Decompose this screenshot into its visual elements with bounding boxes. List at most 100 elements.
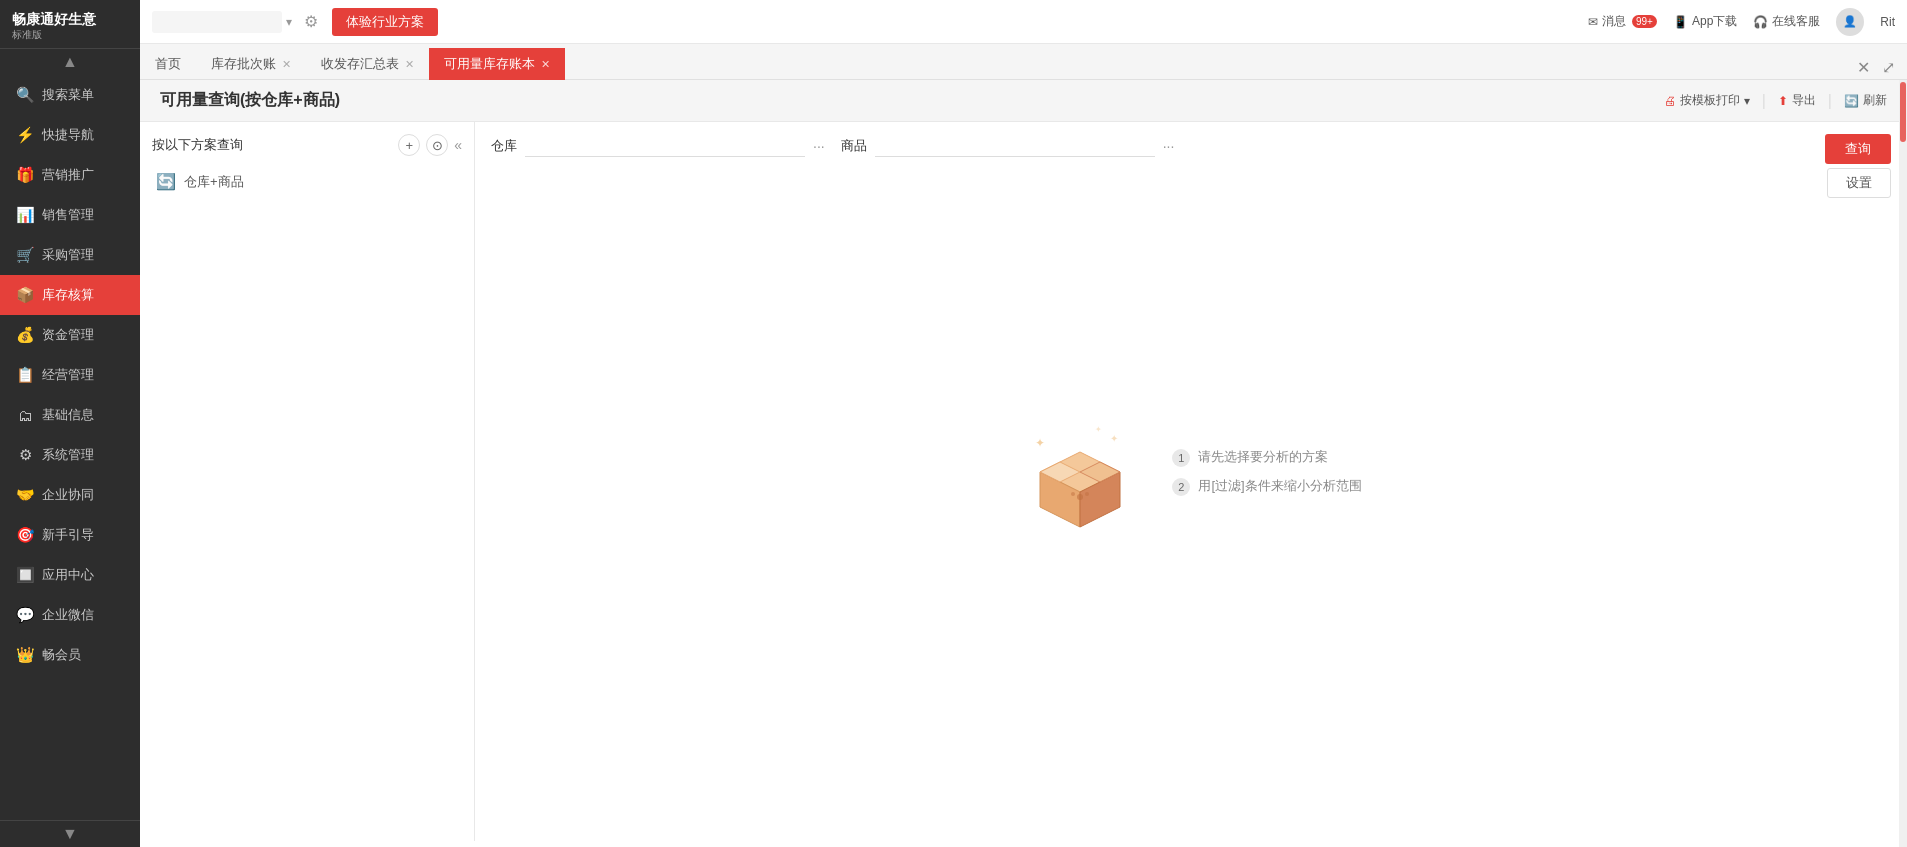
- sidebar: 畅康通好生意 标准版 ▲ 🔍 搜索菜单 ⚡ 快捷导航 🎁 营销推广 📊 销售管理…: [0, 0, 140, 847]
- refresh-button[interactable]: 🔄 刷新: [1844, 92, 1887, 109]
- close-tab-button[interactable]: ✕: [1853, 56, 1874, 79]
- sidebar-item-label: 新手引导: [42, 526, 94, 544]
- refresh-label: 刷新: [1863, 92, 1887, 109]
- content-area: 按以下方案查询 + ⊙ « 🔄 仓库+商品 仓库 ···: [140, 122, 1907, 841]
- page-actions: 🖨 按模板打印 ▾ | ⬆ 导出 | 🔄 刷新: [1664, 92, 1887, 110]
- tab-home[interactable]: 首页: [140, 48, 196, 80]
- svg-point-5: [1077, 494, 1083, 500]
- sidebar-item-member[interactable]: 👑 畅会员: [0, 635, 140, 675]
- sidebar-item-label: 企业微信: [42, 606, 94, 624]
- collapse-icon[interactable]: «: [454, 137, 462, 153]
- refresh-icon: 🔄: [1844, 94, 1859, 108]
- tab-in-out-summary[interactable]: 收发存汇总表 ✕: [306, 48, 429, 80]
- dropdown-arrow-icon[interactable]: ▾: [1744, 94, 1750, 108]
- product-more-icon[interactable]: ···: [1163, 138, 1175, 154]
- topbar-right: ✉ 消息 99+ 📱 App下载 🎧 在线客服 👤 Rit: [1588, 8, 1895, 36]
- sidebar-item-operations[interactable]: 📋 经营管理: [0, 355, 140, 395]
- online-service-label: 在线客服: [1772, 13, 1820, 30]
- tab-label: 收发存汇总表: [321, 55, 399, 73]
- sidebar-item-basic-info[interactable]: 🗂 基础信息: [0, 395, 140, 435]
- column-settings-button[interactable]: 设置: [1827, 168, 1891, 198]
- tab-available-ledger[interactable]: 可用量库存账本 ✕: [429, 48, 565, 80]
- sidebar-item-wechat[interactable]: 💬 企业微信: [0, 595, 140, 635]
- separator: |: [1762, 92, 1766, 110]
- app-download-button[interactable]: 📱 App下载: [1673, 13, 1737, 30]
- sidebar-item-label: 系统管理: [42, 446, 94, 464]
- crown-icon: 👑: [16, 646, 34, 664]
- product-input[interactable]: [875, 134, 1155, 157]
- topbar-search: ▾: [152, 11, 292, 33]
- tab-close-icon[interactable]: ✕: [541, 59, 550, 70]
- filter-row: 仓库 ··· 商品 ···: [491, 134, 1891, 157]
- print-button[interactable]: 🖨 按模板打印 ▾: [1664, 92, 1750, 109]
- tip-item-2: 2 用[过滤]条件来缩小分析范围: [1172, 477, 1361, 496]
- sidebar-item-inventory[interactable]: 📦 库存核算: [0, 275, 140, 315]
- grid-icon: 🔲: [16, 566, 34, 584]
- settings-icon[interactable]: ⚙: [304, 12, 318, 31]
- target-icon: 🎯: [16, 526, 34, 544]
- sidebar-item-purchase[interactable]: 🛒 采购管理: [0, 235, 140, 275]
- trial-button[interactable]: 体验行业方案: [332, 8, 438, 36]
- sidebar-item-label: 营销推广: [42, 166, 94, 184]
- search-input[interactable]: [152, 11, 282, 33]
- message-button[interactable]: ✉ 消息 99+: [1588, 13, 1657, 30]
- sidebar-item-label: 销售管理: [42, 206, 94, 224]
- sidebar-item-sales[interactable]: 📊 销售管理: [0, 195, 140, 235]
- clipboard-icon: 📋: [16, 366, 34, 384]
- tab-label: 库存批次账: [211, 55, 276, 73]
- scrollbar-thumb[interactable]: [1900, 82, 1906, 142]
- sidebar-item-label: 基础信息: [42, 406, 94, 424]
- scheme-item-icon: 🔄: [156, 172, 176, 191]
- print-label: 按模板打印: [1680, 92, 1740, 109]
- warehouse-input[interactable]: [525, 134, 805, 157]
- wechat-icon: 💬: [16, 606, 34, 624]
- scroll-down-btn[interactable]: ▼: [0, 820, 140, 847]
- sidebar-item-finance[interactable]: 💰 资金管理: [0, 315, 140, 355]
- query-button[interactable]: 查询: [1825, 134, 1891, 164]
- left-panel: 按以下方案查询 + ⊙ « 🔄 仓库+商品: [140, 122, 475, 841]
- scroll-up-btn[interactable]: ▲: [0, 49, 140, 75]
- app-logo: 畅康通好生意 标准版: [0, 0, 140, 49]
- empty-illustration: ✦ ✦ ✦: [1020, 417, 1140, 537]
- online-service-button[interactable]: 🎧 在线客服: [1753, 13, 1820, 30]
- svg-point-6: [1071, 492, 1075, 496]
- empty-box-svg: ✦ ✦ ✦: [1020, 417, 1140, 537]
- sidebar-item-label: 搜索菜单: [42, 86, 94, 104]
- sidebar-item-search[interactable]: 🔍 搜索菜单: [0, 75, 140, 115]
- maximize-button[interactable]: ⤢: [1878, 56, 1899, 79]
- sidebar-item-label: 畅会员: [42, 646, 81, 664]
- app-download-label: App下载: [1692, 13, 1737, 30]
- headset-icon: 🎧: [1753, 15, 1768, 29]
- sidebar-menu: 🔍 搜索菜单 ⚡ 快捷导航 🎁 营销推广 📊 销售管理 🛒 采购管理 📦 库存核…: [0, 75, 140, 820]
- sidebar-item-newbie[interactable]: 🎯 新手引导: [0, 515, 140, 555]
- svg-text:✦: ✦: [1035, 436, 1045, 450]
- left-panel-actions: + ⊙ «: [398, 134, 462, 156]
- right-scrollbar[interactable]: [1899, 80, 1907, 847]
- svg-text:✦: ✦: [1110, 433, 1118, 444]
- handshake-icon: 🤝: [16, 486, 34, 504]
- warehouse-more-icon[interactable]: ···: [813, 138, 825, 154]
- message-label: 消息: [1602, 13, 1626, 30]
- sidebar-item-shortcut[interactable]: ⚡ 快捷导航: [0, 115, 140, 155]
- tab-close-icon[interactable]: ✕: [405, 59, 414, 70]
- export-button[interactable]: ⬆ 导出: [1778, 92, 1816, 109]
- add-scheme-button[interactable]: +: [398, 134, 420, 156]
- main-content: 可用量查询(按仓库+商品) 🖨 按模板打印 ▾ | ⬆ 导出 | 🔄 刷新 按以…: [140, 80, 1907, 847]
- sidebar-item-enterprise[interactable]: 🤝 企业协同: [0, 475, 140, 515]
- svg-point-7: [1085, 492, 1089, 496]
- app-name: 畅康通好生意: [12, 10, 128, 28]
- settings-scheme-button[interactable]: ⊙: [426, 134, 448, 156]
- tab-batch-account[interactable]: 库存批次账 ✕: [196, 48, 306, 80]
- tip-text-1: 请先选择要分析的方案: [1198, 448, 1328, 466]
- tab-close-icon[interactable]: ✕: [282, 59, 291, 70]
- page-header: 可用量查询(按仓库+商品) 🖨 按模板打印 ▾ | ⬆ 导出 | 🔄 刷新: [140, 80, 1907, 122]
- gift-icon: 🎁: [16, 166, 34, 184]
- sidebar-item-marketing[interactable]: 🎁 营销推广: [0, 155, 140, 195]
- scheme-item[interactable]: 🔄 仓库+商品: [140, 164, 474, 199]
- tip-num-1: 1: [1172, 449, 1190, 467]
- sidebar-item-app-center[interactable]: 🔲 应用中心: [0, 555, 140, 595]
- sidebar-item-system[interactable]: ⚙ 系统管理: [0, 435, 140, 475]
- search-dropdown-arrow[interactable]: ▾: [286, 15, 292, 29]
- message-badge: 99+: [1632, 15, 1657, 28]
- avatar-icon: 👤: [1843, 15, 1857, 28]
